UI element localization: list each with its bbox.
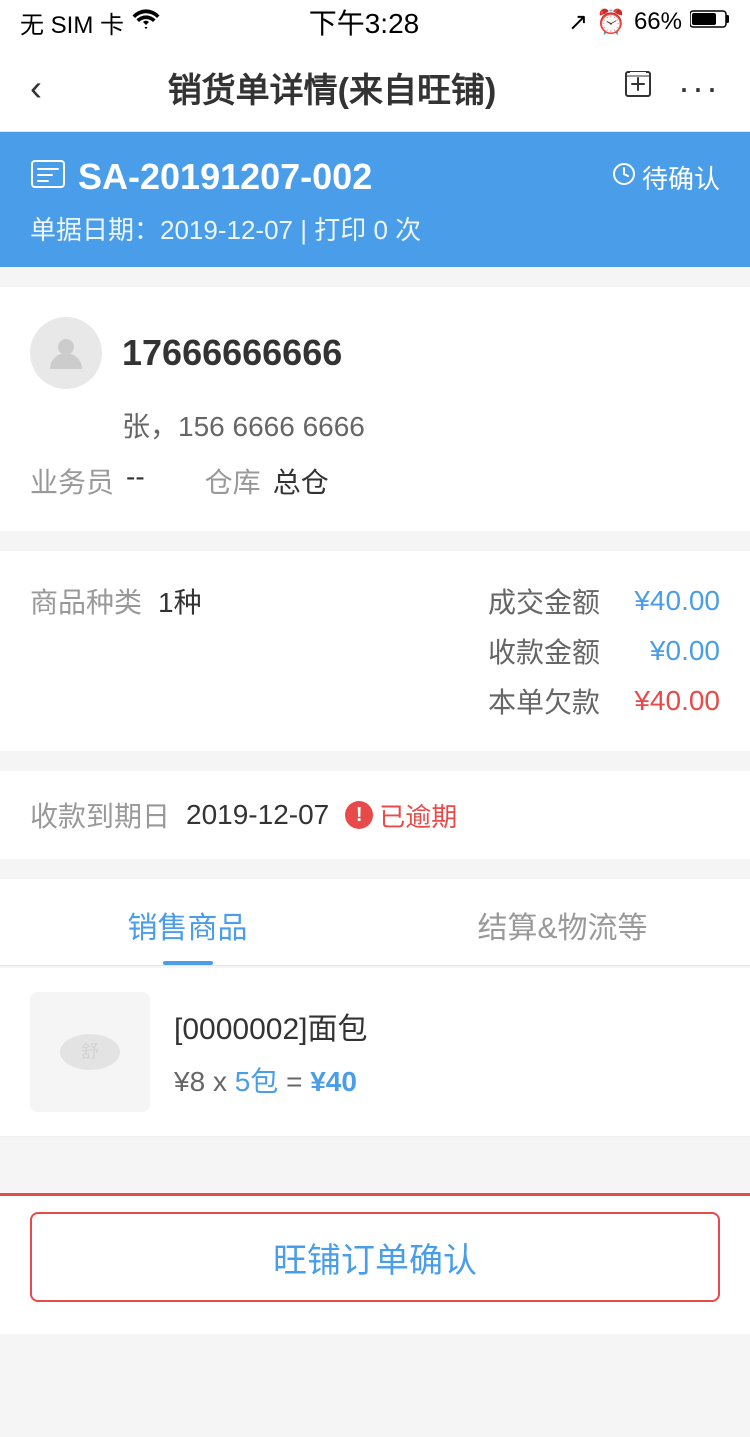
overdue-badge: ! 已逾期: [345, 797, 457, 834]
total-price: ¥40: [310, 1066, 357, 1097]
tabs-container: 销售商品 结算&物流等: [0, 879, 750, 966]
share-icon[interactable]: [622, 68, 654, 108]
amount-value-1: ¥0.00: [620, 635, 720, 667]
status-time: 下午3:28: [309, 2, 420, 42]
product-types-value: 1种: [158, 581, 202, 621]
customer-name: 张，156 6666 6666: [30, 405, 720, 445]
sales-value: --: [126, 461, 145, 501]
amounts-right: 成交金额 ¥40.00 收款金额 ¥0.00 本单欠款 ¥40.00: [488, 581, 720, 721]
due-date-label: 收款到期日: [30, 795, 170, 835]
product-types-label: 商品种类: [30, 581, 142, 621]
product-item-0: 舒 [0000002]面包 ¥8 x 5包 = ¥40: [0, 968, 750, 1137]
product-types: 商品种类 1种: [30, 581, 202, 621]
product-info-0: [0000002]面包 ¥8 x 5包 = ¥40: [174, 1004, 720, 1100]
bottom-bar: 旺铺订单确认: [0, 1193, 750, 1334]
due-date-value: 2019-12-07: [186, 799, 329, 831]
product-list: 舒 [0000002]面包 ¥8 x 5包 = ¥40: [0, 968, 750, 1137]
customer-meta: 业务员 -- 仓库 总仓: [30, 461, 720, 501]
quantity: 5包: [235, 1066, 279, 1097]
nav-actions: ···: [622, 67, 720, 109]
amounts-card: 商品种类 1种 成交金额 ¥40.00 收款金额 ¥0.00 本单欠款 ¥40.…: [0, 551, 750, 751]
amount-row-1: 收款金额 ¥0.00: [488, 631, 720, 671]
amount-label-2: 本单欠款: [488, 681, 600, 721]
amount-value-0: ¥40.00: [620, 585, 720, 617]
order-date: 单据日期：2019-12-07 | 打印 0 次: [30, 210, 720, 247]
order-status: 待确认: [612, 159, 720, 196]
status-left: 无 SIM 卡: [20, 5, 160, 40]
overdue-warning-icon: !: [345, 801, 373, 829]
product-thumbnail: 舒: [30, 992, 150, 1112]
order-type-icon: [30, 156, 66, 198]
tab-settlement-logistics[interactable]: 结算&物流等: [375, 879, 750, 965]
carrier-label: 无 SIM 卡: [20, 5, 124, 40]
back-button[interactable]: ‹: [30, 67, 42, 109]
amount-label-1: 收款金额: [488, 631, 600, 671]
multiply-symbol: x: [213, 1066, 235, 1097]
page-title: 销货单详情(来自旺铺): [168, 63, 497, 112]
amount-row-0: 成交金额 ¥40.00: [488, 581, 720, 621]
customer-top: 17666666666: [30, 317, 720, 389]
status-text: 待确认: [642, 159, 720, 196]
product-price-0: ¥8 x 5包 = ¥40: [174, 1060, 720, 1100]
customer-card: 17666666666 张，156 6666 6666 业务员 -- 仓库 总仓: [0, 287, 750, 531]
tab-sales-products[interactable]: 销售商品: [0, 879, 375, 965]
clock-icon: [612, 162, 636, 193]
battery-icon: [690, 8, 730, 36]
warehouse-value: 总仓: [273, 461, 329, 501]
status-bar: 无 SIM 卡 下午3:28 ↗ ⏰ 66%: [0, 0, 750, 44]
due-date-card: 收款到期日 2019-12-07 ! 已逾期: [0, 771, 750, 859]
overdue-text: 已逾期: [379, 797, 457, 834]
warehouse-label: 仓库: [205, 461, 261, 501]
order-header: SA-20191207-002 待确认 单据日期：2019-12-07 | 打印…: [0, 132, 750, 267]
product-name-0: [0000002]面包: [174, 1004, 720, 1048]
status-right: ↗ ⏰ 66%: [568, 8, 730, 37]
svg-text:舒: 舒: [81, 1042, 99, 1062]
amount-value-2: ¥40.00: [620, 685, 720, 717]
order-number-text: SA-20191207-002: [78, 156, 372, 198]
amount-label-0: 成交金额: [488, 581, 600, 621]
wifi-icon: [132, 8, 160, 36]
alarm-icon: ⏰: [596, 8, 626, 37]
avatar: [30, 317, 102, 389]
amount-row-2: 本单欠款 ¥40.00: [488, 681, 720, 721]
equals-symbol: =: [286, 1066, 310, 1097]
price-value: ¥8: [174, 1066, 205, 1097]
battery-label: 66%: [634, 8, 682, 36]
order-number-container: SA-20191207-002: [30, 156, 372, 198]
more-icon[interactable]: ···: [678, 67, 720, 109]
sales-info: 业务员 --: [30, 461, 145, 501]
customer-phone: 17666666666: [122, 332, 342, 374]
confirm-order-button[interactable]: 旺铺订单确认: [30, 1212, 720, 1302]
warehouse-info: 仓库 总仓: [205, 461, 329, 501]
nav-bar: ‹ 销货单详情(来自旺铺) ···: [0, 44, 750, 132]
sales-label: 业务员: [30, 461, 114, 501]
location-icon: ↗: [568, 8, 588, 37]
